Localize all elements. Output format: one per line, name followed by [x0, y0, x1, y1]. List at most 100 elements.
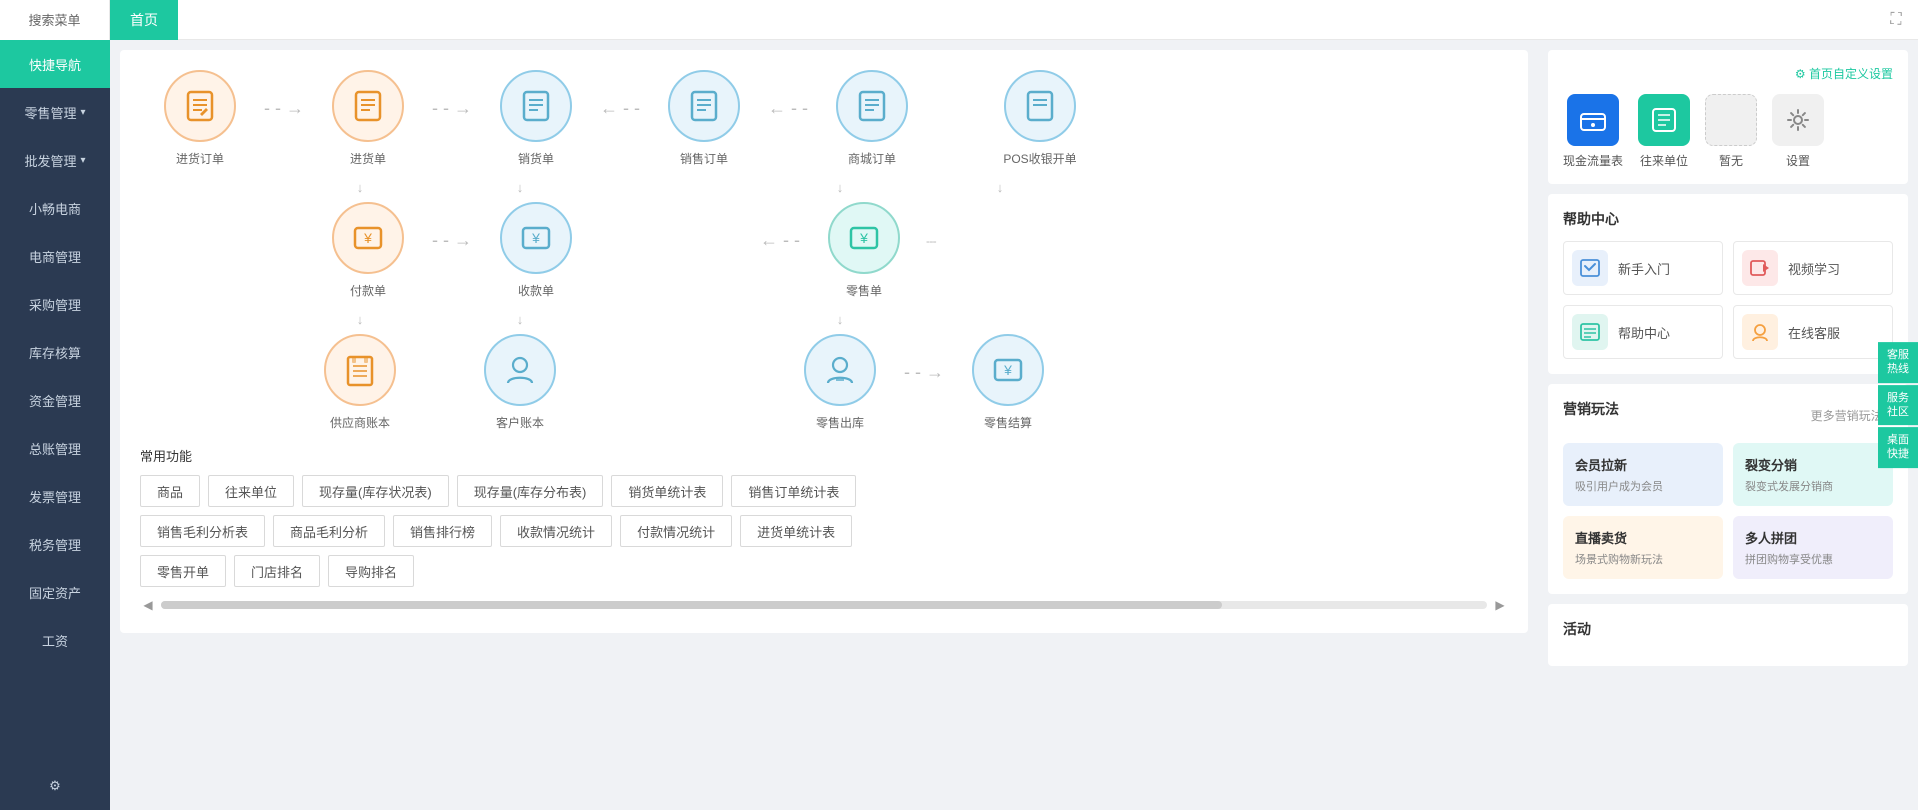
node-fukuan[interactable]: ¥ 付款单 — [308, 202, 428, 299]
node-kehu[interactable]: 客户账本 — [460, 334, 580, 431]
node-shangcheng-order[interactable]: 商城订单 — [812, 70, 932, 167]
sidebar-item-retail[interactable]: 零售管理 ▾ — [0, 88, 110, 136]
func-btn-sales-rank[interactable]: 销售排行榜 — [393, 515, 492, 547]
sidebar-item-ecommerce-xiaochang[interactable]: 小畅电商 — [0, 184, 110, 232]
xiaohuo-dan-label: 销货单 — [518, 150, 554, 167]
help-item-online-support[interactable]: 在线客服 — [1733, 305, 1893, 359]
shangcheng-order-icon — [836, 70, 908, 142]
node-jinhuo-order[interactable]: 进货订单 — [140, 70, 260, 167]
contacts-icon — [1638, 94, 1690, 146]
kehu-label: 客户账本 — [496, 414, 544, 431]
node-lingshoujiesuan[interactable]: ¥ 零售结算 — [948, 334, 1068, 431]
func-btn-stock-status[interactable]: 现存量(库存状况表) — [302, 475, 449, 507]
func-btn-goods[interactable]: 商品 — [140, 475, 200, 507]
sidebar-item-wholesale[interactable]: 批发管理 ▾ — [0, 136, 110, 184]
func-btn-sales-stat[interactable]: 销货单统计表 — [611, 475, 723, 507]
float-btn-hotline[interactable]: 客服热线 — [1878, 342, 1918, 383]
func-btn-store-rank[interactable]: 门店排名 — [234, 555, 320, 587]
quick-header: ⚙ 首页自定义设置 — [1563, 65, 1893, 82]
marketing-groupbuy[interactable]: 多人拼团 拼团购物享受优惠 — [1733, 516, 1893, 579]
arrow-fukuan-shoukuan: - - → — [432, 230, 472, 271]
sidebar-item-salary[interactable]: 工资 — [0, 616, 110, 664]
help-items: 新手入门 视频学习 帮助中心 — [1563, 241, 1893, 359]
node-lingshouchuku[interactable]: 零售出库 — [780, 334, 900, 431]
help-center: 帮助中心 新手入门 视频学习 — [1548, 194, 1908, 374]
empty-icon — [1705, 94, 1757, 146]
node-lingshoundan[interactable]: ¥ 零售单 — [804, 202, 924, 299]
customize-settings-label[interactable]: ⚙ 首页自定义设置 — [1795, 65, 1893, 82]
marketing-livestream-title: 直播卖货 — [1575, 528, 1711, 547]
sidebar-item-quicknav[interactable]: 快捷导航 — [0, 40, 110, 88]
arrow-pos-lingshoundan: ← - - — [760, 230, 800, 271]
main-panel: 进货订单 - - → 进货单 - - → — [110, 40, 1538, 810]
node-shoukuan[interactable]: ¥ 收款单 — [476, 202, 596, 299]
common-funcs-title: 常用功能 — [140, 446, 1508, 465]
marketing-livestream[interactable]: 直播卖货 场景式购物新玩法 — [1563, 516, 1723, 579]
node-jinhuo-dan[interactable]: 进货单 — [308, 70, 428, 167]
arrow-5-4: ← - - — [768, 98, 808, 139]
marketing-groupbuy-title: 多人拼团 — [1745, 528, 1881, 547]
func-btn-contacts[interactable]: 往来单位 — [208, 475, 294, 507]
main-layout: 快捷导航 零售管理 ▾ 批发管理 ▾ 小畅电商 电商管理 采购管理 库存核算 资… — [0, 40, 1918, 810]
scroll-row: ◀ ▶ — [140, 597, 1508, 613]
sidebar-item-purchasing[interactable]: 采购管理 — [0, 280, 110, 328]
online-support-label: 在线客服 — [1788, 323, 1840, 342]
func-btn-purchase-stat[interactable]: 进货单统计表 — [740, 515, 852, 547]
fullscreen-icon[interactable]: ⛶ — [1884, 8, 1908, 32]
quick-item-empty[interactable]: 暂无 — [1705, 94, 1757, 169]
quick-item-cashflow[interactable]: 现金流量表 — [1563, 94, 1623, 169]
svg-text:¥: ¥ — [531, 230, 540, 246]
sidebar-item-ecommerce[interactable]: 电商管理 — [0, 232, 110, 280]
node-xiaohuo-dan[interactable]: 销货单 — [476, 70, 596, 167]
scroll-thumb — [161, 601, 1222, 609]
func-btn-retail-order[interactable]: 零售开单 — [140, 555, 226, 587]
sidebar-item-finance[interactable]: 资金管理 — [0, 376, 110, 424]
content-area: 进货订单 - - → 进货单 - - → — [110, 40, 1918, 810]
float-btn-desktop[interactable]: 桌面快捷 — [1878, 427, 1918, 468]
activities: 活动 — [1548, 604, 1908, 666]
node-pos[interactable]: POS收银开单 — [980, 70, 1100, 167]
func-row-2: 销售毛利分析表 商品毛利分析 销售排行榜 收款情况统计 付款情况统计 进货单统计… — [140, 515, 1508, 547]
sidebar-item-label: 库存核算 — [29, 343, 81, 362]
func-btn-sales-margin[interactable]: 销售毛利分析表 — [140, 515, 265, 547]
settings-label: 设置 — [1786, 152, 1810, 169]
help-item-video[interactable]: 视频学习 — [1733, 241, 1893, 295]
flow-diagram: 进货订单 - - → 进货单 - - → — [140, 70, 1508, 431]
func-btn-stock-dist[interactable]: 现存量(库存分布表) — [457, 475, 604, 507]
scroll-left-arrow[interactable]: ◀ — [140, 597, 156, 613]
empty-label: 暂无 — [1719, 152, 1743, 169]
v-arrow-shoukuan: ↓ — [460, 312, 580, 327]
func-btn-sales-order-stat[interactable]: 销售订单统计表 — [731, 475, 856, 507]
top-right: ⛶ — [1884, 8, 1918, 32]
marketing-member[interactable]: 会员拉新 吸引用户成为会员 — [1563, 443, 1723, 506]
workflow-card: 进货订单 - - → 进货单 - - → — [120, 50, 1528, 633]
node-xiaoshou-order[interactable]: 销售订单 — [644, 70, 764, 167]
search-menu[interactable]: 搜索菜单 — [0, 0, 110, 40]
help-item-newbie[interactable]: 新手入门 — [1563, 241, 1723, 295]
sidebar-item-tax[interactable]: 税务管理 — [0, 520, 110, 568]
sidebar-item-inventory[interactable]: 库存核算 — [0, 328, 110, 376]
jinhuo-dan-label: 进货单 — [350, 150, 386, 167]
sidebar-item-invoice[interactable]: 发票管理 — [0, 472, 110, 520]
tab-home[interactable]: 首页 — [110, 0, 178, 40]
help-center-title: 帮助中心 — [1563, 209, 1893, 229]
sidebar-settings-icon[interactable]: ⚙ — [0, 762, 110, 810]
func-btn-guide-rank[interactable]: 导购排名 — [328, 555, 414, 587]
jinhuo-order-icon — [164, 70, 236, 142]
svg-text:¥: ¥ — [363, 230, 372, 246]
newbie-icon — [1572, 250, 1608, 286]
func-btn-receipt-stat[interactable]: 收款情况统计 — [500, 515, 612, 547]
quick-item-settings[interactable]: 设置 — [1772, 94, 1824, 169]
func-btn-goods-margin[interactable]: 商品毛利分析 — [273, 515, 385, 547]
node-gongyingshang[interactable]: 供应商账本 — [300, 334, 420, 431]
float-btn-community[interactable]: 服务社区 — [1878, 385, 1918, 426]
func-btn-payment-stat[interactable]: 付款情况统计 — [620, 515, 732, 547]
help-item-helpcenter[interactable]: 帮助中心 — [1563, 305, 1723, 359]
sidebar-item-assets[interactable]: 固定资产 — [0, 568, 110, 616]
v-arrow-jinhuo: ↓ — [300, 180, 420, 195]
scroll-track[interactable] — [161, 601, 1487, 609]
sidebar-item-ledger[interactable]: 总账管理 — [0, 424, 110, 472]
quick-item-contacts[interactable]: 往来单位 — [1638, 94, 1690, 169]
scroll-right-arrow[interactable]: ▶ — [1492, 597, 1508, 613]
marketing-fission[interactable]: 裂变分销 裂变式发展分销商 — [1733, 443, 1893, 506]
